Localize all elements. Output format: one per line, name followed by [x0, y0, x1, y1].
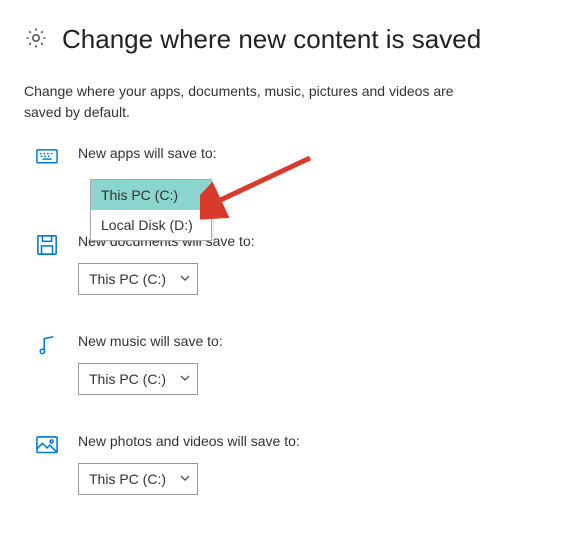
keyboard-icon — [36, 146, 58, 168]
photos-combo[interactable]: This PC (C:) — [78, 463, 198, 495]
music-combo[interactable]: This PC (C:) — [78, 363, 198, 395]
chevron-down-icon — [179, 371, 191, 387]
music-note-icon — [36, 334, 58, 356]
setting-documents: New documents will save to: This PC (C:) — [24, 233, 552, 295]
chevron-down-icon — [179, 271, 191, 287]
documents-combo[interactable]: This PC (C:) — [78, 263, 198, 295]
save-icon — [36, 234, 58, 256]
documents-combo-value: This PC (C:) — [89, 271, 166, 287]
page-subtitle: Change where your apps, documents, music… — [24, 81, 494, 123]
gear-icon — [24, 26, 48, 53]
apps-dropdown-list: This PC (C:) Local Disk (D:) — [90, 179, 212, 241]
setting-photos: New photos and videos will save to: This… — [24, 433, 552, 495]
apps-label: New apps will save to: — [78, 145, 552, 161]
page-title: Change where new content is saved — [62, 24, 481, 55]
dropdown-option-c[interactable]: This PC (C:) — [91, 180, 211, 210]
setting-music: New music will save to: This PC (C:) — [24, 333, 552, 395]
dropdown-option-d[interactable]: Local Disk (D:) — [91, 210, 211, 240]
photos-combo-value: This PC (C:) — [89, 471, 166, 487]
photos-label: New photos and videos will save to: — [78, 433, 552, 449]
setting-apps: New apps will save to: This PC (C:) Loca… — [24, 145, 552, 175]
music-label: New music will save to: — [78, 333, 552, 349]
music-combo-value: This PC (C:) — [89, 371, 166, 387]
picture-icon — [36, 434, 58, 456]
page-header: Change where new content is saved — [24, 24, 552, 55]
chevron-down-icon — [179, 471, 191, 487]
